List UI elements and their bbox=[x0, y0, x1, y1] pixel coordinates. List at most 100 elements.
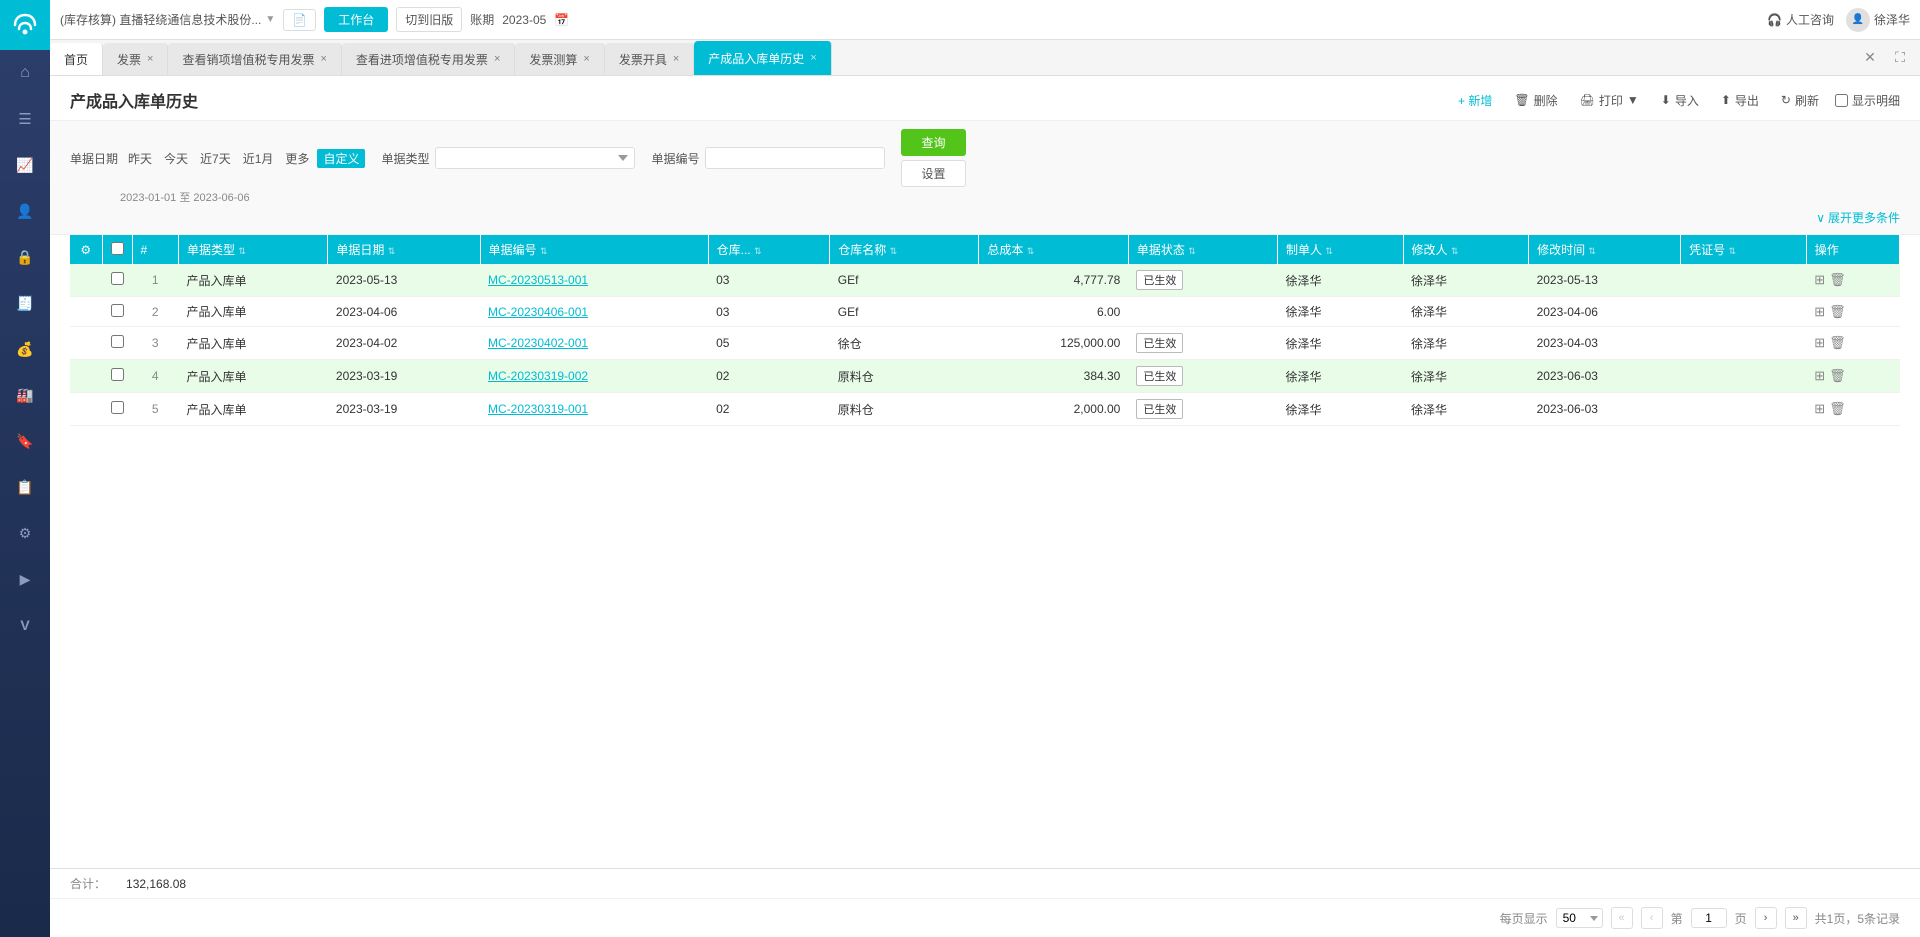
number-filter-input[interactable] bbox=[705, 147, 885, 169]
sidebar-logo[interactable] bbox=[0, 0, 50, 50]
expand-filter-button[interactable]: ∨ 展开更多条件 bbox=[1816, 209, 1900, 226]
tab-invoice-open-close[interactable]: × bbox=[673, 53, 679, 65]
col-total-cost-header[interactable]: 总成本 ⇅ bbox=[979, 235, 1128, 264]
shortcut-more[interactable]: 更多 bbox=[281, 149, 313, 168]
sidebar-item-report[interactable]: 📋 bbox=[0, 464, 50, 510]
tab-product-history[interactable]: 产成品入库单历史 × bbox=[694, 41, 831, 75]
sidebar-item-user[interactable]: 👤 bbox=[0, 188, 50, 234]
shortcut-7days[interactable]: 近7天 bbox=[196, 149, 235, 168]
row-number-cell[interactable]: MC-20230513-001 bbox=[480, 264, 708, 297]
show-detail-checkbox[interactable]: 显示明细 bbox=[1835, 92, 1900, 109]
import-button[interactable]: ⬇ 导入 bbox=[1655, 89, 1705, 112]
page-input[interactable] bbox=[1691, 908, 1727, 928]
tab-check-out-close[interactable]: × bbox=[320, 53, 326, 65]
shortcut-yesterday[interactable]: 昨天 bbox=[124, 149, 156, 168]
switch-version-button[interactable]: 切到旧版 bbox=[396, 7, 462, 32]
row-delete-icon[interactable]: 🗑 bbox=[1829, 401, 1846, 417]
tab-invoice[interactable]: 发票 × bbox=[103, 43, 168, 75]
calendar-icon[interactable]: 📅 bbox=[554, 13, 569, 27]
shortcut-1month[interactable]: 近1月 bbox=[239, 149, 278, 168]
export-button[interactable]: ⬆ 导出 bbox=[1715, 89, 1765, 112]
sidebar-item-version[interactable]: V bbox=[0, 602, 50, 648]
row-checkbox[interactable] bbox=[111, 272, 124, 285]
row-checkbox-cell[interactable] bbox=[102, 393, 132, 426]
row-checkbox[interactable] bbox=[111, 304, 124, 317]
sidebar-item-settings[interactable]: ⚙ bbox=[0, 510, 50, 556]
sidebar-item-video[interactable]: ▶ bbox=[0, 556, 50, 602]
col-voucher-header[interactable]: 凭证号 ⇅ bbox=[1681, 235, 1807, 264]
col-modify-time-header[interactable]: 修改时间 ⇅ bbox=[1529, 235, 1681, 264]
col-date-header[interactable]: 单据日期 ⇅ bbox=[328, 235, 480, 264]
row-view-icon[interactable]: ⊞ bbox=[1814, 368, 1825, 384]
tab-check-in-close[interactable]: × bbox=[494, 53, 500, 65]
row-delete-icon[interactable]: 🗑 bbox=[1829, 368, 1846, 384]
print-button[interactable]: 🖨 打印 ▼ bbox=[1574, 89, 1645, 112]
tab-home[interactable]: 首页 bbox=[50, 43, 103, 75]
col-settings-header[interactable]: ⚙ bbox=[70, 235, 102, 264]
row-checkbox-cell[interactable] bbox=[102, 327, 132, 360]
col-warehouse-name-header[interactable]: 仓库名称 ⇅ bbox=[830, 235, 979, 264]
row-number-cell[interactable]: MC-20230319-002 bbox=[480, 360, 708, 393]
first-page-button[interactable]: « bbox=[1611, 907, 1633, 929]
next-page-button[interactable]: › bbox=[1755, 907, 1777, 929]
tab-close-all-button[interactable]: ✕ bbox=[1858, 45, 1882, 69]
service-button[interactable]: 🎧 人工咨询 bbox=[1767, 11, 1834, 28]
sidebar-item-doc[interactable]: ☰ bbox=[0, 96, 50, 142]
query-button[interactable]: 查询 bbox=[901, 129, 965, 156]
row-number-cell[interactable]: MC-20230406-001 bbox=[480, 297, 708, 327]
sidebar-item-invoice[interactable]: 🧾 bbox=[0, 280, 50, 326]
row-checkbox-cell[interactable] bbox=[102, 264, 132, 297]
workbench-button[interactable]: 工作台 bbox=[324, 7, 388, 32]
row-checkbox[interactable] bbox=[111, 401, 124, 414]
select-all-checkbox[interactable] bbox=[111, 242, 124, 255]
col-status-header[interactable]: 单据状态 ⇅ bbox=[1128, 235, 1277, 264]
shortcut-custom[interactable]: 自定义 bbox=[317, 149, 365, 168]
col-creator-header[interactable]: 制单人 ⇅ bbox=[1277, 235, 1403, 264]
row-view-icon[interactable]: ⊞ bbox=[1814, 335, 1825, 351]
page-size-select[interactable]: 50 20 100 bbox=[1556, 908, 1603, 928]
refresh-button[interactable]: ↻ 刷新 bbox=[1775, 89, 1825, 112]
type-filter-select[interactable] bbox=[435, 147, 635, 169]
row-checkbox-cell[interactable] bbox=[102, 297, 132, 327]
row-number-cell[interactable]: MC-20230319-001 bbox=[480, 393, 708, 426]
tab-check-out-vat[interactable]: 查看销项增值税专用发票 × bbox=[168, 43, 341, 75]
row-delete-icon[interactable]: 🗑 bbox=[1829, 304, 1846, 320]
row-view-icon[interactable]: ⊞ bbox=[1814, 401, 1825, 417]
company-selector[interactable]: (库存核算) 直播轻绕通信息技术股份... ▼ bbox=[60, 11, 275, 28]
delete-button[interactable]: 🗑 删除 bbox=[1508, 89, 1563, 112]
tab-invoice-calc[interactable]: 发票测算 × bbox=[515, 43, 604, 75]
sidebar-item-lock[interactable]: 🔒 bbox=[0, 234, 50, 280]
sidebar-item-chart[interactable]: 📈 bbox=[0, 142, 50, 188]
col-modifier-header[interactable]: 修改人 ⇅ bbox=[1403, 235, 1529, 264]
prev-page-button[interactable]: ‹ bbox=[1641, 907, 1663, 929]
sidebar-item-stamp[interactable]: 🔖 bbox=[0, 418, 50, 464]
show-detail-input[interactable] bbox=[1835, 94, 1848, 107]
sidebar-item-warehouse[interactable]: 🏭 bbox=[0, 372, 50, 418]
col-checkbox-header[interactable] bbox=[102, 235, 132, 264]
col-number-header[interactable]: 单据编号 ⇅ bbox=[480, 235, 708, 264]
user-menu[interactable]: 👤 徐泽华 bbox=[1846, 8, 1910, 32]
col-warehouse-code-header[interactable]: 仓库... ⇅ bbox=[708, 235, 830, 264]
last-page-button[interactable]: » bbox=[1785, 907, 1807, 929]
new-button[interactable]: + 新增 bbox=[1452, 89, 1498, 112]
tab-expand-button[interactable]: ⛶ bbox=[1888, 45, 1912, 69]
tab-invoice-calc-close[interactable]: × bbox=[583, 53, 589, 65]
row-checkbox[interactable] bbox=[111, 368, 124, 381]
filter-settings-button[interactable]: 设置 bbox=[901, 160, 965, 187]
copy-doc-button[interactable]: 📄 bbox=[283, 9, 316, 31]
tab-product-history-close[interactable]: × bbox=[810, 52, 816, 64]
row-delete-icon[interactable]: 🗑 bbox=[1829, 335, 1846, 351]
tab-invoice-open[interactable]: 发票开具 × bbox=[605, 43, 694, 75]
shortcut-today[interactable]: 今天 bbox=[160, 149, 192, 168]
sidebar-item-home[interactable]: ⌂ bbox=[0, 50, 50, 96]
tab-invoice-close[interactable]: × bbox=[147, 53, 153, 65]
row-view-icon[interactable]: ⊞ bbox=[1814, 304, 1825, 320]
col-type-header[interactable]: 单据类型 ⇅ bbox=[179, 235, 328, 264]
row-number-cell[interactable]: MC-20230402-001 bbox=[480, 327, 708, 360]
row-view-icon[interactable]: ⊞ bbox=[1814, 272, 1825, 288]
row-checkbox-cell[interactable] bbox=[102, 360, 132, 393]
sidebar-item-money[interactable]: 💰 bbox=[0, 326, 50, 372]
row-checkbox[interactable] bbox=[111, 335, 124, 348]
tab-check-in-vat[interactable]: 查看进项增值税专用发票 × bbox=[342, 43, 515, 75]
row-delete-icon[interactable]: 🗑 bbox=[1829, 272, 1846, 288]
